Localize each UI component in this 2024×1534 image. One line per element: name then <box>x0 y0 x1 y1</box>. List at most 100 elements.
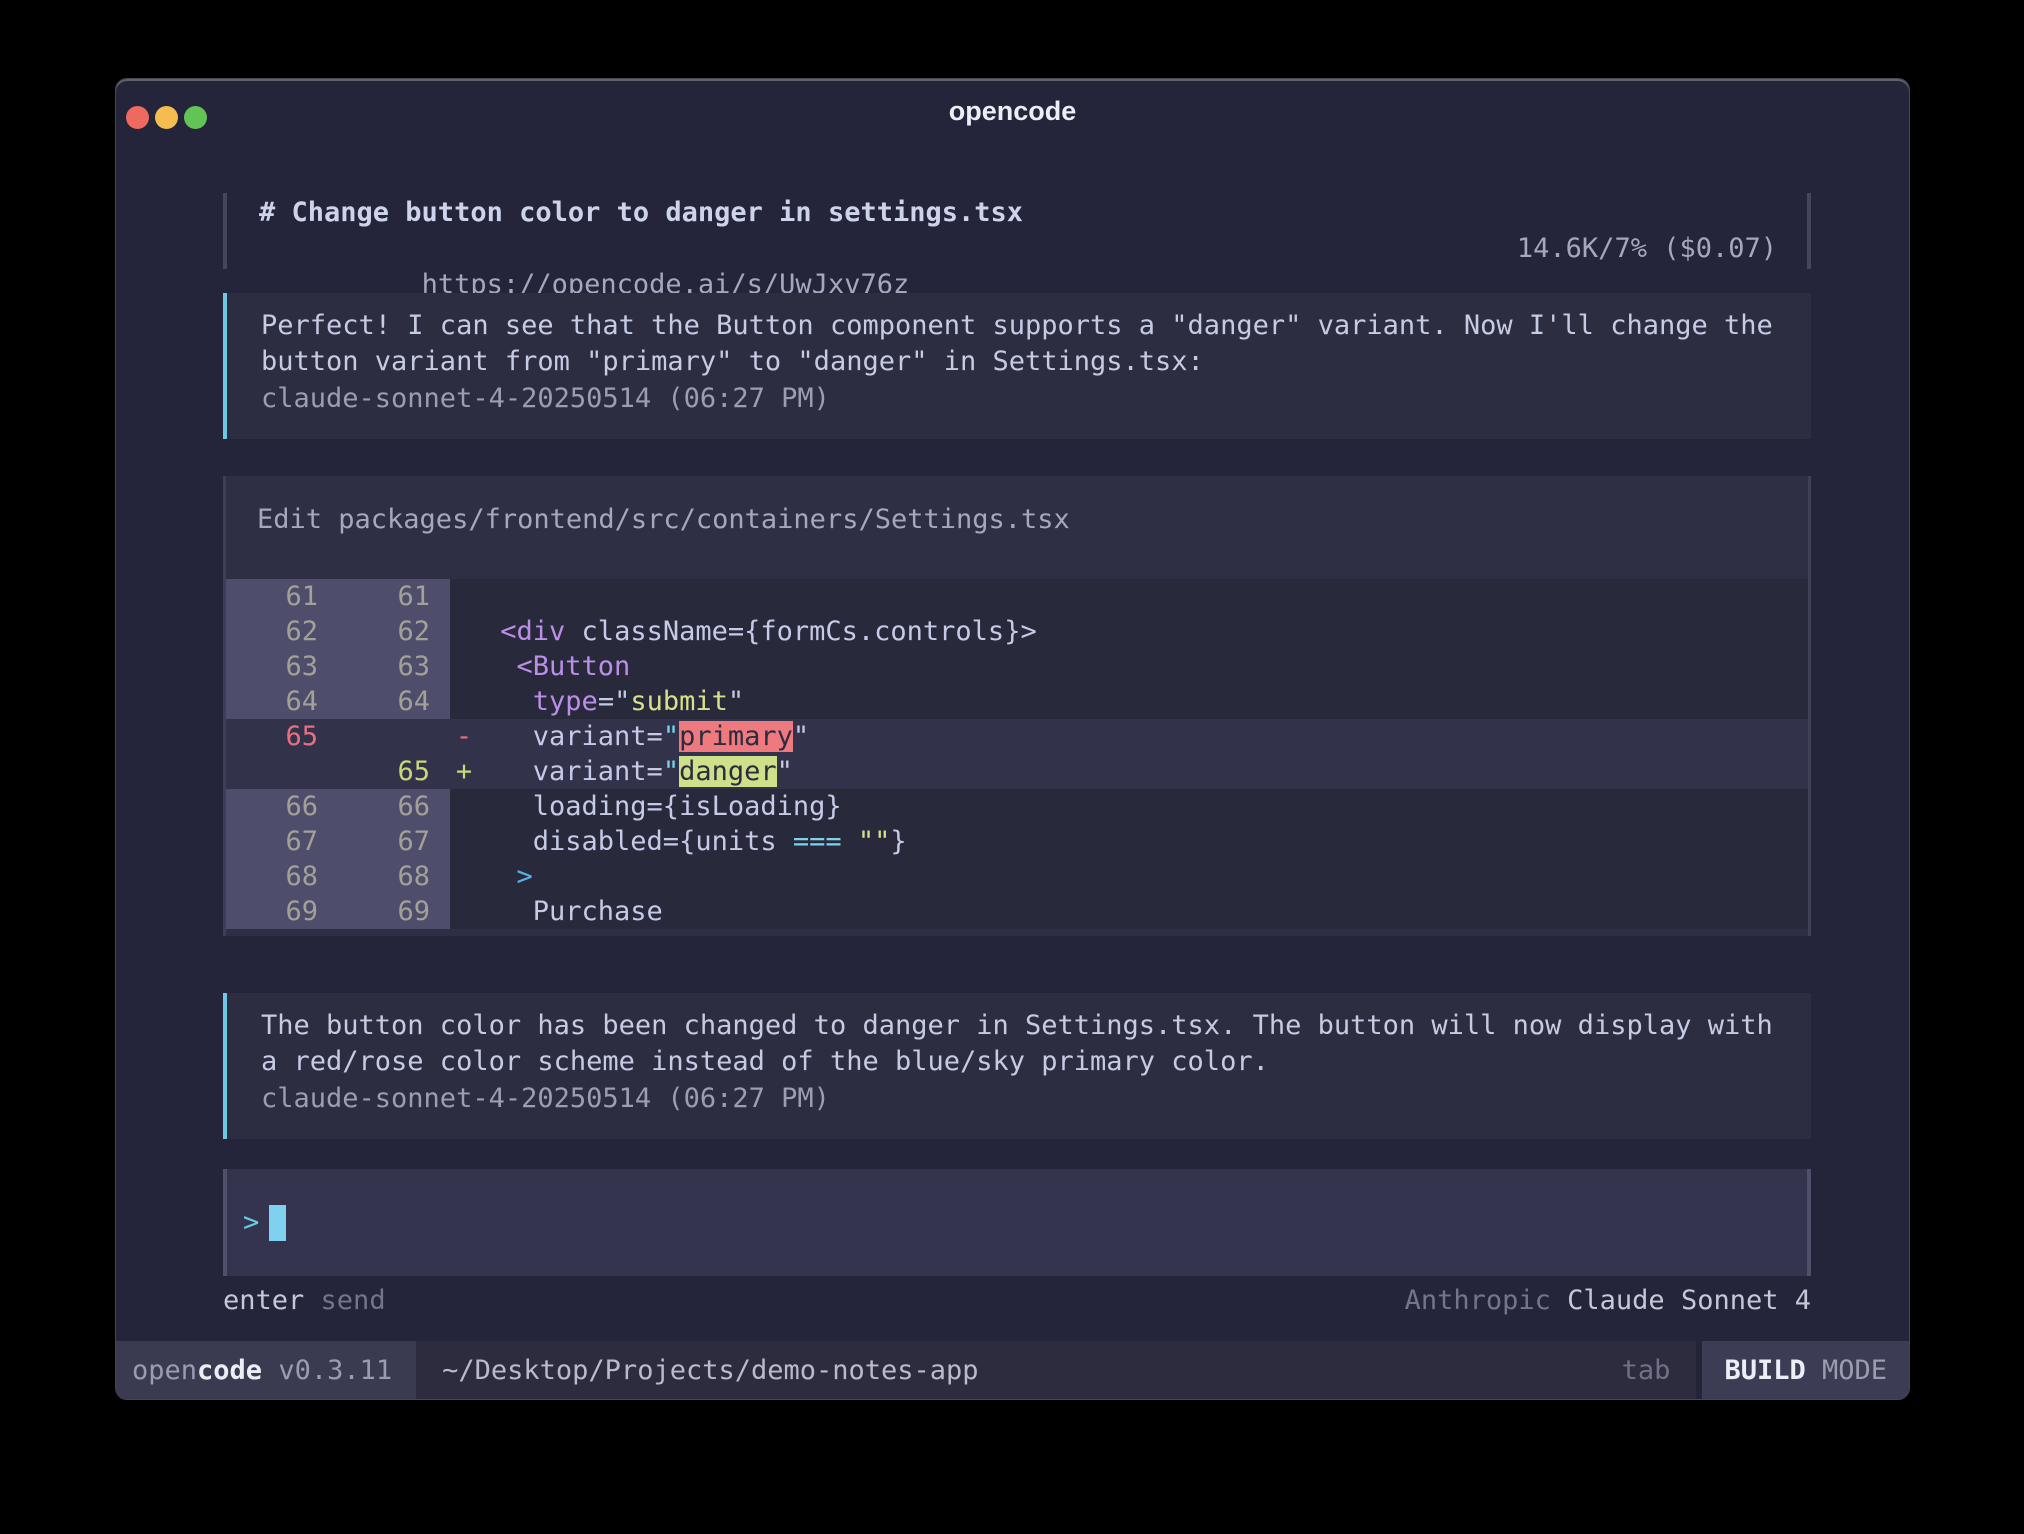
diff-new-line-number: 61 <box>338 579 450 614</box>
diff-code: <div className={formCs.controls}> <box>478 614 1808 649</box>
version-number: v0.3.11 <box>262 1355 392 1386</box>
diff-code: loading={isLoading} <box>478 789 1808 824</box>
session-share-row: https://opencode.ai/s/UwJxv76z /unshare <box>259 231 909 267</box>
diff-row: 6363 <Button <box>226 649 1808 684</box>
diff-change-marker: + <box>450 754 478 789</box>
code-segment <box>484 616 500 647</box>
footer-hints: enter send Anthropic Claude Sonnet 4 <box>223 1283 1811 1319</box>
diff-change-marker <box>450 579 478 614</box>
diff-old-line-number: 67 <box>226 824 338 859</box>
code-segment: =" <box>598 686 631 717</box>
code-segment: "" <box>858 826 891 857</box>
model-name: Claude Sonnet 4 <box>1567 1285 1811 1316</box>
status-bar: opencode v0.3.11 ~/Desktop/Projects/demo… <box>116 1341 1909 1399</box>
code-segment: " <box>793 721 809 752</box>
screen: opencode # Change button color to danger… <box>0 0 2024 1534</box>
message-text: The button color has been changed to dan… <box>261 1008 1811 1080</box>
opencode-window: opencode # Change button color to danger… <box>115 78 1910 1400</box>
diff-change-marker <box>450 789 478 824</box>
code-segment: <Button <box>517 651 631 682</box>
code-segment: " <box>663 756 679 787</box>
diff-new-line-number: 65 <box>338 754 450 789</box>
working-directory: ~/Desktop/Projects/demo-notes-app <box>442 1341 978 1399</box>
diff-row: 6161 <box>226 579 1808 614</box>
diff-code: type="submit" <box>478 684 1808 719</box>
diff-view: 61616262 <div className={formCs.controls… <box>226 579 1808 929</box>
code-segment: submit <box>630 686 728 717</box>
diff-old-line-number: 61 <box>226 579 338 614</box>
code-segment <box>484 686 533 717</box>
assistant-message: The button color has been changed to dan… <box>223 993 1811 1139</box>
message-meta: claude-sonnet-4-20250514 (06:27 PM) <box>261 381 1811 417</box>
token-usage: 14.6K/7% ($0.07) <box>1517 231 1777 267</box>
hint-key: enter <box>223 1285 304 1316</box>
code-segment: disabled={units <box>484 826 793 857</box>
diff-code: disabled={units === ""} <box>478 824 1808 859</box>
code-segment: } <box>890 826 906 857</box>
code-segment <box>484 651 517 682</box>
hint-action: send <box>321 1285 386 1316</box>
diff-row: 6868 > <box>226 859 1808 894</box>
mode-chip[interactable]: BUILD MODE <box>1702 1341 1909 1399</box>
text-cursor <box>269 1205 286 1241</box>
diff-code: variant="danger" <box>478 754 1808 789</box>
diff-change-marker <box>450 894 478 929</box>
code-segment: danger <box>679 756 777 787</box>
model-indicator: Anthropic Claude Sonnet 4 <box>1405 1283 1811 1319</box>
code-segment: loading={isLoading} <box>484 791 842 822</box>
code-segment: <div <box>500 616 565 647</box>
app-version-chip: opencode v0.3.11 <box>116 1341 416 1399</box>
titlebar: opencode <box>116 79 1909 143</box>
code-segment: className={formCs.controls}> <box>565 616 1036 647</box>
provider-name: Anthropic <box>1405 1285 1551 1316</box>
diff-change-marker <box>450 859 478 894</box>
diff-row: 65- variant="primary" <box>226 719 1808 754</box>
diff-row: 65+ variant="danger" <box>226 754 1808 789</box>
send-hint: enter send <box>223 1283 386 1319</box>
diff-old-line-number: 68 <box>226 859 338 894</box>
diff-new-line-number: 63 <box>338 649 450 684</box>
code-segment: variant= <box>484 721 663 752</box>
code-segment <box>842 826 858 857</box>
diff-change-marker <box>450 614 478 649</box>
tab-key-hint[interactable]: tab <box>1622 1341 1671 1399</box>
diff-old-line-number <box>226 754 338 789</box>
diff-change-marker <box>450 649 478 684</box>
diff-row: 6464 type="submit" <box>226 684 1808 719</box>
diff-old-line-number: 69 <box>226 894 338 929</box>
code-segment: " <box>728 686 744 717</box>
diff-code: <Button <box>478 649 1808 684</box>
code-segment: " <box>777 756 793 787</box>
diff-code: > <box>478 859 1808 894</box>
message-text: Perfect! I can see that the Button compo… <box>261 308 1811 380</box>
diff-row: 6767 disabled={units === ""} <box>226 824 1808 859</box>
edit-tool-block: Edit packages/frontend/src/containers/Se… <box>223 476 1811 936</box>
diff-row: 6969 Purchase <box>226 894 1808 929</box>
code-segment: primary <box>679 721 793 752</box>
diff-old-line-number: 65 <box>226 719 338 754</box>
diff-new-line-number: 64 <box>338 684 450 719</box>
code-segment: type <box>533 686 598 717</box>
code-segment: " <box>663 721 679 752</box>
message-meta: claude-sonnet-4-20250514 (06:27 PM) <box>261 1081 1811 1117</box>
diff-old-line-number: 63 <box>226 649 338 684</box>
code-segment: Purchase <box>484 896 663 927</box>
code-segment: > <box>517 861 533 892</box>
diff-new-line-number <box>338 719 450 754</box>
diff-new-line-number: 62 <box>338 614 450 649</box>
window-title: opencode <box>116 79 1909 143</box>
prompt-input[interactable]: > <box>223 1169 1811 1276</box>
diff-row: 6666 loading={isLoading} <box>226 789 1808 824</box>
diff-old-line-number: 66 <box>226 789 338 824</box>
diff-new-line-number: 69 <box>338 894 450 929</box>
diff-code: variant="primary" <box>478 719 1808 754</box>
diff-change-marker <box>450 824 478 859</box>
code-segment <box>484 861 517 892</box>
edit-tool-title: Edit packages/frontend/src/containers/Se… <box>257 502 1070 538</box>
session-title: # Change button color to danger in setti… <box>259 195 1777 231</box>
diff-new-line-number: 68 <box>338 859 450 894</box>
diff-old-line-number: 62 <box>226 614 338 649</box>
diff-change-marker <box>450 684 478 719</box>
session-header: # Change button color to danger in setti… <box>223 193 1811 269</box>
diff-new-line-number: 67 <box>338 824 450 859</box>
